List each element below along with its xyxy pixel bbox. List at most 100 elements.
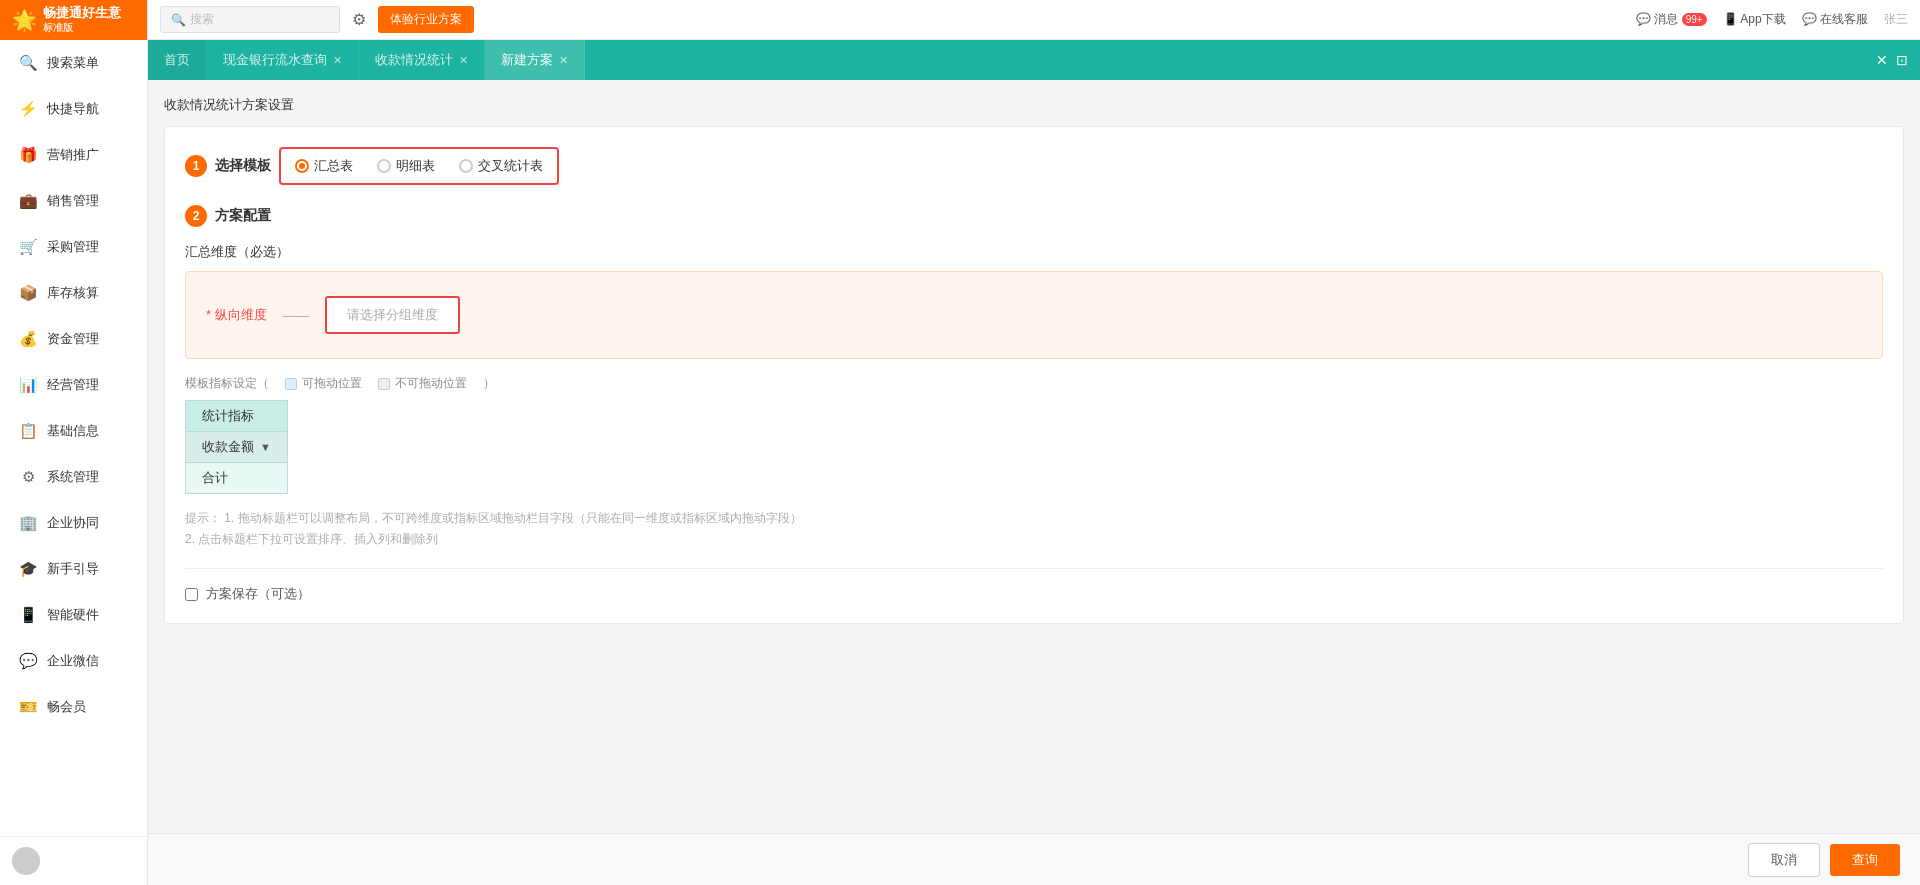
tip2: 2. 点击标题栏下拉可设置排序、插入列和删除列 <box>185 531 1883 548</box>
member-icon: 🎫 <box>19 698 37 716</box>
save-checkbox[interactable] <box>185 588 198 601</box>
radio-option-summary[interactable]: 汇总表 <box>295 157 353 175</box>
amount-label: 收款金额 <box>202 438 254 456</box>
tab-label-receipt-stat: 收款情况统计 <box>375 51 453 69</box>
sidebar-label-basic-info: 基础信息 <box>47 422 99 440</box>
search-bar[interactable]: 🔍 搜索 <box>160 6 340 33</box>
sidebar-item-marketing[interactable]: 🎁 营销推广 <box>0 132 147 178</box>
operation-icon: 📊 <box>19 376 37 394</box>
search-menu-icon: 🔍 <box>19 54 37 72</box>
sidebar-item-operation[interactable]: 📊经营管理 <box>0 362 147 408</box>
tip1: 提示： 1. 拖动标题栏可以调整布局，不可跨维度或指标区域拖动栏目字段（只能在同… <box>185 510 1883 527</box>
logo-text: 畅捷通好生意 <box>43 5 121 21</box>
service-label: 在线客服 <box>1820 12 1868 26</box>
dimension-section-title: 汇总维度（必选） <box>185 243 1883 261</box>
search-icon: 🔍 <box>171 13 186 27</box>
sidebar-item-corp-wechat[interactable]: 💬企业微信 <box>0 638 147 684</box>
sidebar-item-basic-info[interactable]: 📋 基础信息 <box>0 408 147 454</box>
tab-new-plan[interactable]: 新建方案✕ <box>485 40 585 80</box>
page-title: 收款情况统计方案设置 <box>164 96 1904 114</box>
sidebar-item-member[interactable]: 🎫畅会员 <box>0 684 147 730</box>
radio-option-detail[interactable]: 明细表 <box>377 157 435 175</box>
footer: 取消 查询 <box>148 833 1920 885</box>
radio-dot-summary <box>295 159 309 173</box>
basic-info-icon: 📋 <box>19 422 37 440</box>
sidebar-item-search-menu[interactable]: 🔍搜索菜单 <box>0 40 147 86</box>
user-name[interactable]: 张三 <box>1884 11 1908 28</box>
download-label: App下载 <box>1740 12 1785 26</box>
sidebar-label-corp-wechat: 企业微信 <box>47 652 99 670</box>
indicator-legend: 模板指标设定（ 可拖动位置 不可拖动位置 ） <box>185 375 1883 392</box>
message-label: 消息 <box>1654 12 1678 26</box>
app-download-button[interactable]: 📱 App下载 <box>1723 11 1786 28</box>
sidebar-item-corp-coop[interactable]: 🏢企业协同 <box>0 500 147 546</box>
sys-manage-icon: ⚙ <box>19 468 37 486</box>
radio-dot-detail <box>377 159 391 173</box>
radio-label-summary: 汇总表 <box>314 157 353 175</box>
dimension-select[interactable]: 请选择分组维度 <box>325 296 460 334</box>
sales-icon: 💼 <box>19 192 37 210</box>
stat-header[interactable]: 统计指标 <box>186 401 287 432</box>
dimension-arrow: —— <box>283 308 309 323</box>
sidebar-label-marketing: 营销推广 <box>47 146 99 164</box>
stat-header-text: 统计指标 <box>202 407 254 425</box>
marketing-icon: 🎁 <box>19 146 37 164</box>
corp-coop-icon: 🏢 <box>19 514 37 532</box>
quick-nav-icon: ⚡ <box>19 100 37 118</box>
radio-label-cross: 交叉统计表 <box>478 157 543 175</box>
sidebar-item-sys-manage[interactable]: ⚙系统管理 <box>0 454 147 500</box>
fixed-text: 不可拖动位置 <box>395 375 467 392</box>
search-placeholder-text: 搜索 <box>190 11 214 28</box>
amount-row[interactable]: 收款金额 ▼ <box>186 432 287 463</box>
save-label: 方案保存（可选） <box>206 585 310 603</box>
tab-receipt-stat[interactable]: 收款情况统计 ✕ <box>359 40 485 80</box>
sidebar-item-inventory[interactable]: 📦 库存核算 <box>0 270 147 316</box>
maximize-icon[interactable]: ⊡ <box>1896 52 1908 68</box>
online-service-button[interactable]: 💬 在线客服 <box>1802 11 1868 28</box>
dimension-area: * 纵向维度 —— 请选择分组维度 <box>185 271 1883 359</box>
step1-header: 1 选择模板 汇总表明细表交叉统计表 <box>185 147 1883 185</box>
tab-bank-flow[interactable]: 现金银行流水查询✕ <box>207 40 359 80</box>
industry-plan-button[interactable]: 体验行业方案 <box>378 6 474 33</box>
avatar <box>12 847 40 875</box>
sidebar-label-inventory: 库存核算 <box>47 284 99 302</box>
radio-option-cross[interactable]: 交叉统计表 <box>459 157 543 175</box>
tab-home[interactable]: 首页 <box>148 40 207 80</box>
indicator-label: 模板指标设定（ <box>185 375 269 392</box>
sidebar-items: 🔍搜索菜单⚡快捷导航 🎁 营销推广 💼 销售管理 🛒采购管理 📦 库存核算 💰资金管理📊经营管理… <box>0 40 147 730</box>
close-paren: ） <box>483 375 495 392</box>
row-dimension-label: * 纵向维度 <box>206 306 267 324</box>
inventory-icon: 📦 <box>19 284 37 302</box>
tab-close-bank-flow[interactable]: ✕ <box>333 54 342 67</box>
sidebar-item-smart-hw[interactable]: 📱智能硬件 <box>0 592 147 638</box>
smart-hw-icon: 📱 <box>19 606 37 624</box>
tabs-bar: 首页现金银行流水查询✕收款情况统计✕新建方案✕ ✕ ⊡ <box>148 40 1920 80</box>
newbie-icon: 🎓 <box>19 560 37 578</box>
tips-section: 提示： 1. 拖动标题栏可以调整布局，不可跨维度或指标区域拖动栏目字段（只能在同… <box>185 510 1883 548</box>
topbar-right: 💬 消息 99+ 📱 App下载 💬 在线客服 张三 <box>1636 11 1908 28</box>
message-badge: 99+ <box>1682 13 1707 26</box>
gear-icon[interactable]: ⚙ <box>348 10 370 29</box>
step2-header: 2 方案配置 <box>185 205 1883 227</box>
save-row: 方案保存（可选） <box>185 568 1883 603</box>
indicator-section: 模板指标设定（ 可拖动位置 不可拖动位置 ） <box>185 375 1883 494</box>
tab-close-new-plan[interactable]: ✕ <box>559 54 568 67</box>
purchase-icon: 🛒 <box>19 238 37 256</box>
sidebar-item-newbie[interactable]: 🎓新手引导 <box>0 546 147 592</box>
sidebar-item-purchase[interactable]: 🛒采购管理 <box>0 224 147 270</box>
tab-close-receipt-stat[interactable]: ✕ <box>459 54 468 67</box>
indicator-table: 统计指标 收款金额 ▼ 合计 <box>185 400 288 494</box>
query-button[interactable]: 查询 <box>1830 844 1900 876</box>
cancel-button[interactable]: 取消 <box>1748 843 1820 877</box>
close-tab-icon[interactable]: ✕ <box>1876 52 1888 68</box>
sidebar-item-finance[interactable]: 💰资金管理 <box>0 316 147 362</box>
message-button[interactable]: 💬 消息 99+ <box>1636 11 1707 28</box>
sidebar-item-quick-nav[interactable]: ⚡快捷导航 <box>0 86 147 132</box>
draggable-legend: 可拖动位置 <box>285 375 362 392</box>
step2-badge: 2 <box>185 205 207 227</box>
sidebar-label-sales: 销售管理 <box>47 192 99 210</box>
topbar: 🔍 搜索 ⚙ 体验行业方案 💬 消息 99+ 📱 App下载 💬 在线客服 张三 <box>148 0 1920 40</box>
step2-section: 2 方案配置 汇总维度（必选） * 纵向维度 —— 请选择分组维度 模板指标设定… <box>185 205 1883 548</box>
sidebar-item-sales[interactable]: 💼 销售管理 <box>0 178 147 224</box>
sidebar: 🌟 畅捷通好生意 标准版 🔍搜索菜单⚡快捷导航🎁营销推广💼销售管理🛒采购管理📦库… <box>0 0 148 885</box>
